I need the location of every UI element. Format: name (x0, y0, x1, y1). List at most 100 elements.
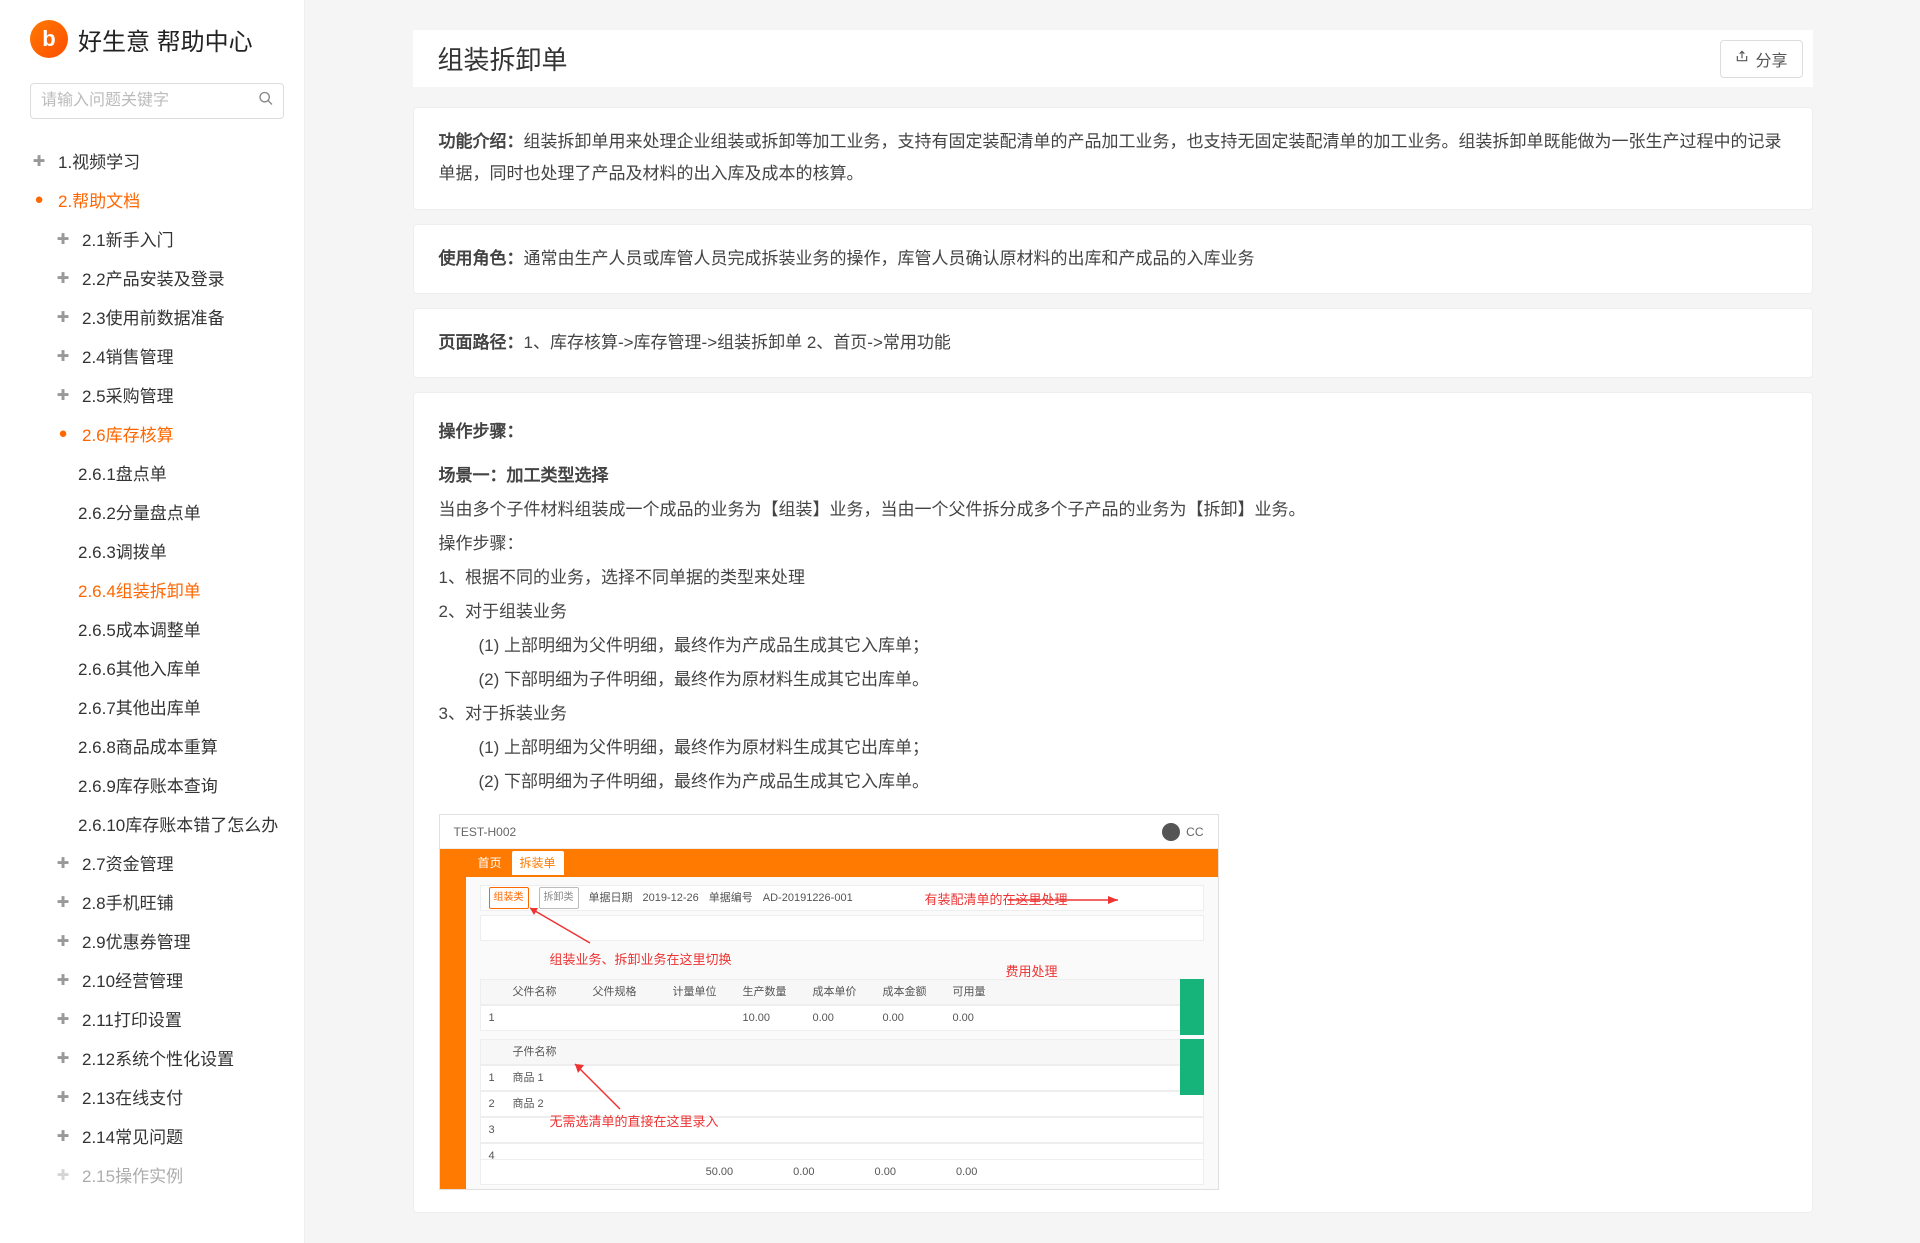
logo-row: b 好生意 帮助中心 (30, 20, 284, 58)
sp-topbar: TEST-H002 CC (440, 815, 1218, 849)
nav-label: 2.6.5成本调整单 (78, 616, 201, 641)
sp-col: 可用量 (953, 981, 1003, 1003)
sp-sum: 0.00 (793, 1161, 814, 1183)
nav-label: 2.14常见问题 (82, 1123, 183, 1148)
search-wrap (30, 83, 284, 119)
sp-code: AD-20191226-001 (763, 887, 853, 909)
nav-item-2-4[interactable]: ✚2.4销售管理 (30, 336, 284, 375)
share-icon (1735, 49, 1749, 68)
nav-item-2-12[interactable]: ✚2.12系统个性化设置 (30, 1038, 284, 1077)
sp-col: 父件规格 (593, 981, 663, 1003)
sp-expand-button (1180, 979, 1204, 1035)
nav-item-docs[interactable]: ● 2.帮助文档 (30, 180, 284, 219)
sp-left-rail (440, 849, 466, 1189)
nav-label: 2.6.1盘点单 (78, 460, 167, 485)
sp-cell: 0.00 (813, 1007, 873, 1029)
plus-icon: ✚ (54, 932, 72, 950)
plus-icon: ✚ (54, 971, 72, 989)
steps-section: 操作步骤： 场景一：加工类型选择 当由多个子件材料组装成一个成品的业务为【组装】… (413, 392, 1813, 1213)
title-row: 组装拆卸单 分享 (413, 30, 1813, 87)
intro-label: 功能介绍： (439, 132, 524, 151)
nav-label: 2.7资金管理 (82, 850, 174, 875)
nav-item-2-1[interactable]: ✚2.1新手入门 (30, 219, 284, 258)
share-label: 分享 (1755, 47, 1787, 71)
nav-item-2-6[interactable]: ●2.6库存核算 (30, 414, 284, 453)
intro-text: 组装拆卸单用来处理企业组装或拆卸等加工业务，支持有固定装配清单的产品加工业务，也… (439, 132, 1782, 183)
sp-top-left: TEST-H002 (454, 820, 517, 844)
nav-label: 2.帮助文档 (58, 187, 140, 212)
nav-item-2-6-10[interactable]: 2.6.10库存账本错了怎么办 (30, 804, 284, 843)
nav-label: 2.6.4组装拆卸单 (78, 577, 201, 602)
plus-icon: ✚ (54, 308, 72, 326)
sp-tab: 首页 (478, 851, 502, 875)
card-path: 页面路径：1、库存核算->库存管理->组装拆卸单 2、首页->常用功能 (413, 308, 1813, 378)
nav-item-2-8[interactable]: ✚2.8手机旺铺 (30, 882, 284, 921)
role-text: 通常由生产人员或库管人员完成拆装业务的操作，库管人员确认原材料的出库和产成品的入… (524, 249, 1255, 268)
nav-label: 2.1新手入门 (82, 226, 174, 251)
nav-item-2-6-8[interactable]: 2.6.8商品成本重算 (30, 726, 284, 765)
sp-cell: 商品 1 (513, 1067, 544, 1089)
sp-expand-button (1180, 1039, 1204, 1095)
nav-item-2-7[interactable]: ✚2.7资金管理 (30, 843, 284, 882)
nav-item-2-13[interactable]: ✚2.13在线支付 (30, 1077, 284, 1116)
nav-item-2-5[interactable]: ✚2.5采购管理 (30, 375, 284, 414)
step-1: 1、根据不同的业务，选择不同单据的类型来处理 (439, 561, 1787, 595)
embedded-screenshot: TEST-H002 CC 首页 拆装单 组装类 (439, 814, 1219, 1190)
step-2a: (1) 上部明细为父件明细，最终作为产成品生成其它入库单； (439, 629, 1787, 663)
card-intro: 功能介绍：组装拆卸单用来处理企业组装或拆卸等加工业务，支持有固定装配清单的产品加… (413, 107, 1813, 210)
share-button[interactable]: 分享 (1720, 40, 1802, 78)
nav-item-2-10[interactable]: ✚2.10经营管理 (30, 960, 284, 999)
sp-cell: 0.00 (883, 1007, 943, 1029)
nav-label: 2.3使用前数据准备 (82, 304, 225, 329)
nav-item-2-6-1[interactable]: 2.6.1盘点单 (30, 453, 284, 492)
sp-sum: 0.00 (956, 1161, 977, 1183)
nav-item-2-2[interactable]: ✚2.2产品安装及登录 (30, 258, 284, 297)
nav-item-2-6-6[interactable]: 2.6.6其他入库单 (30, 648, 284, 687)
nav-label: 2.6.8商品成本重算 (78, 733, 218, 758)
nav-label: 2.5采购管理 (82, 382, 174, 407)
step-3b: (2) 下部明细为子件明细，最终作为产成品生成其它入库单。 (439, 765, 1787, 799)
sp-col: 父件名称 (513, 981, 583, 1003)
nav-item-2-6-4[interactable]: 2.6.4组装拆卸单 (30, 570, 284, 609)
nav-label: 2.8手机旺铺 (82, 889, 174, 914)
steps-heading: 操作步骤： (439, 415, 1787, 449)
nav-item-2-3[interactable]: ✚ 2.3使用前数据准备 (30, 297, 284, 336)
search-input[interactable] (30, 83, 284, 119)
role-label: 使用角色： (439, 249, 524, 268)
avatar-icon (1162, 823, 1180, 841)
nav-item-2-6-7[interactable]: 2.6.7其他出库单 (30, 687, 284, 726)
nav-item-2-6-9[interactable]: 2.6.9库存账本查询 (30, 765, 284, 804)
arrow-icon (520, 903, 600, 953)
nav-label: 2.6.3调拨单 (78, 538, 167, 563)
sidebar: b 好生意 帮助中心 ✚ 1.视频学习 ● 2.帮助文档 ✚2.1新手入门 ✚2… (0, 0, 305, 1243)
nav-item-2-9[interactable]: ✚ 2.9优惠券管理 (30, 921, 284, 960)
search-icon[interactable] (258, 91, 274, 112)
nav-label: 2.2产品安装及登录 (82, 265, 225, 290)
sp-cell: 10.00 (743, 1007, 803, 1029)
nav-item-2-14[interactable]: ✚2.14常见问题 (30, 1116, 284, 1155)
nav-label: 2.9优惠券管理 (82, 928, 191, 953)
nav-item-2-6-3[interactable]: 2.6.3调拨单 (30, 531, 284, 570)
sp-cell: 1 (489, 1007, 503, 1029)
nav-label: 2.4销售管理 (82, 343, 174, 368)
nav-item-video[interactable]: ✚ 1.视频学习 (30, 141, 284, 180)
nav-item-2-6-2[interactable]: 2.6.2分量盘点单 (30, 492, 284, 531)
nav-item-2-6-5[interactable]: 2.6.5成本调整单 (30, 609, 284, 648)
path-label: 页面路径： (439, 333, 524, 352)
nav-label: 2.12系统个性化设置 (82, 1045, 234, 1070)
plus-icon: ✚ (30, 152, 48, 170)
path-text: 1、库存核算->库存管理->组装拆卸单 2、首页->常用功能 (524, 333, 951, 352)
step-2: 2、对于组装业务 (439, 595, 1787, 629)
plus-icon: ✚ (54, 1010, 72, 1028)
steps-sub-heading: 操作步骤： (439, 527, 1787, 561)
sp-cell: 商品 2 (513, 1093, 544, 1115)
nav-label: 2.6.9库存账本查询 (78, 772, 218, 797)
scene-desc: 当由多个子件材料组装成一个成品的业务为【组装】业务，当由一个父件拆分成多个子产品… (439, 493, 1787, 527)
minus-icon: ● (30, 191, 48, 208)
nav-item-2-11[interactable]: ✚2.11打印设置 (30, 999, 284, 1038)
step-3a: (1) 上部明细为父件明细，最终作为原材料生成其它出库单； (439, 731, 1787, 765)
nav-item-2-15[interactable]: ✚2.15操作实例 (30, 1155, 284, 1194)
nav-label: 2.13在线支付 (82, 1084, 183, 1109)
nav-label: 2.6.2分量盘点单 (78, 499, 201, 524)
scene-label: 场景一：加工类型选择 (439, 459, 1787, 493)
